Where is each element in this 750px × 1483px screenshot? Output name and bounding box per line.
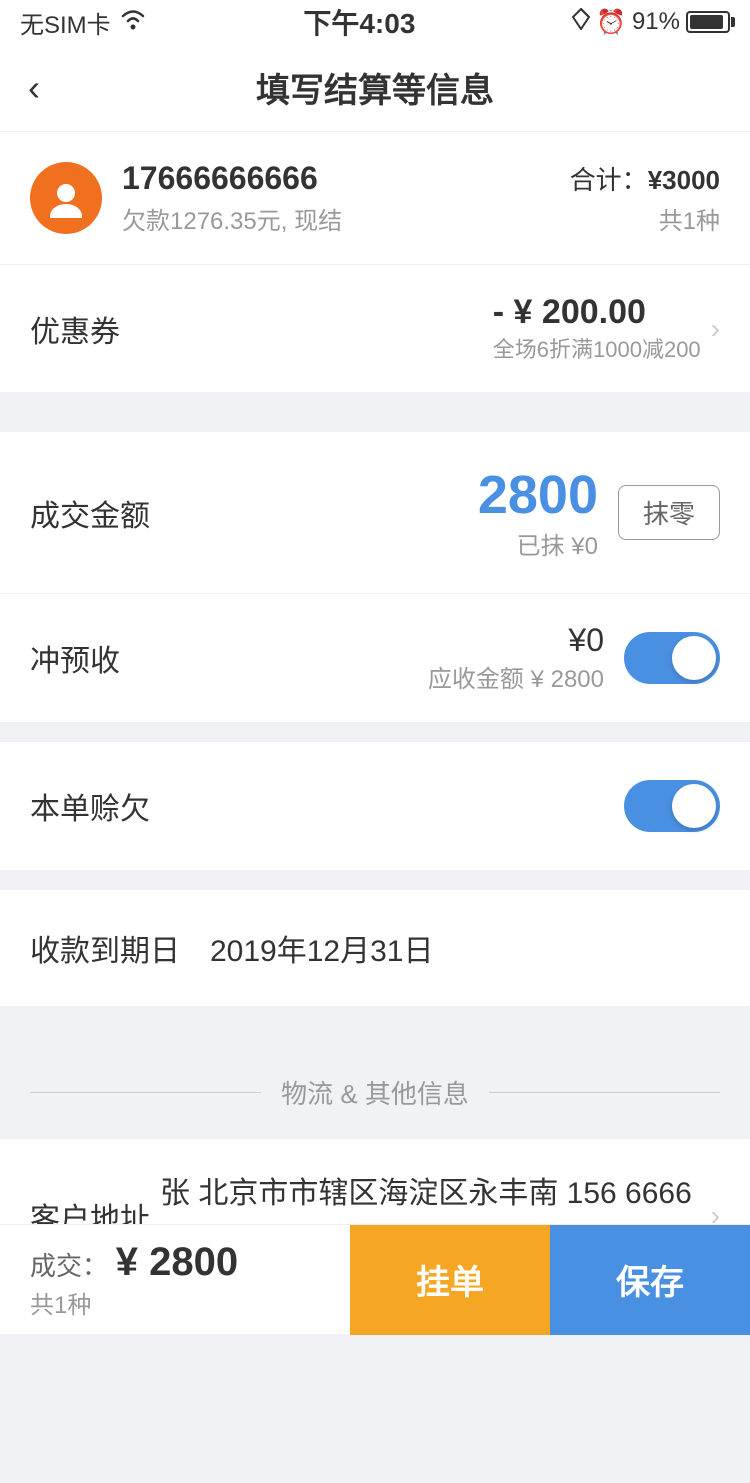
amount-row: 成交金额 2800 已抹 ¥0 抹零 (30, 432, 720, 593)
customer-info: 17666666666 欠款1276.35元, 现结 (122, 160, 342, 236)
divider-2 (0, 722, 750, 742)
total-label: 合计：¥3000 (570, 160, 720, 197)
avatar (30, 162, 102, 234)
bottom-spacer (0, 1353, 750, 1483)
bottom-count: 共1种 (30, 1285, 320, 1320)
back-button[interactable]: ‹ (28, 67, 40, 109)
precollect-toggle[interactable] (624, 632, 720, 684)
coupon-desc: 全场6折满1000减200 (493, 332, 701, 364)
amount-value: 2800 (478, 464, 598, 526)
customer-right: 合计：¥3000 共1种 (570, 160, 720, 236)
logistics-label: 物流 & 其他信息 (281, 1074, 469, 1111)
duedate-row: 收款到期日 2019年12月31日 (0, 890, 750, 1006)
debt-toggle[interactable] (624, 780, 720, 832)
save-button[interactable]: 保存 (550, 1225, 750, 1335)
logistics-divider: 物流 & 其他信息 (0, 1046, 750, 1139)
total-count: 共1种 (570, 201, 720, 236)
bottom-left: 成交： ¥ 2800 共1种 (0, 1240, 350, 1320)
status-bar: 无SIM卡 下午4:03 ⏰ 91% (0, 0, 750, 44)
coupon-row[interactable]: 优惠券 - ¥ 200.00 全场6折满1000减200 › (0, 264, 750, 392)
coupon-amount: - ¥ 200.00 (493, 293, 701, 332)
header: ‹ 填写结算等信息 (0, 44, 750, 132)
bottom-summary-line: 成交： ¥ 2800 (30, 1240, 320, 1285)
precollect-row: 冲预收 ¥0 应收金额 ¥ 2800 (0, 593, 750, 722)
customer-row: 17666666666 欠款1276.35元, 现结 合计：¥3000 共1种 (0, 132, 750, 264)
customer-left: 17666666666 欠款1276.35元, 现结 (30, 160, 342, 236)
bottom-bar: 成交： ¥ 2800 共1种 挂单 保存 (0, 1224, 750, 1334)
pending-button[interactable]: 挂单 (350, 1225, 550, 1335)
divider-1 (0, 412, 750, 432)
customer-card: 17666666666 欠款1276.35元, 现结 合计：¥3000 共1种 … (0, 132, 750, 392)
amount-section: 成交金额 2800 已抹 ¥0 抹零 (0, 432, 750, 593)
location-icon (572, 8, 590, 37)
sim-status: 无SIM卡 (20, 5, 111, 40)
debt-label: 本单赊欠 (30, 784, 150, 828)
wifi-icon (119, 8, 147, 37)
status-time: 下午4:03 (303, 2, 415, 42)
battery-percent: 91% (632, 8, 680, 36)
coupon-label: 优惠券 (30, 307, 120, 351)
divider-3 (0, 1026, 750, 1046)
precollect-right: ¥0 应收金额 ¥ 2800 (428, 622, 720, 694)
duedate-label: 收款到期日 (30, 926, 180, 970)
round-off-button[interactable]: 抹零 (618, 485, 720, 540)
precollect-sub: 应收金额 ¥ 2800 (428, 659, 604, 694)
toggle-knob (672, 636, 716, 680)
coupon-right: - ¥ 200.00 全场6折满1000减200 › (493, 293, 720, 364)
precollect-label: 冲预收 (30, 636, 120, 680)
amount-sub: 已抹 ¥0 (478, 526, 598, 561)
debt-row: 本单赊欠 (0, 742, 750, 870)
alarm-icon: ⏰ (596, 8, 626, 37)
customer-sub: 欠款1276.35元, 现结 (122, 201, 342, 236)
coupon-chevron: › (711, 313, 720, 345)
amount-label: 成交金额 (30, 491, 150, 535)
duedate-value: 2019年12月31日 (210, 926, 433, 970)
bottom-summary-label: 成交： (30, 1251, 108, 1281)
bottom-amount: ¥ 2800 (116, 1240, 238, 1284)
amount-right: 2800 已抹 ¥0 抹零 (478, 464, 720, 561)
status-left: 无SIM卡 (20, 5, 147, 40)
precollect-amount: ¥0 (428, 622, 604, 659)
battery-icon (686, 11, 730, 33)
customer-phone: 17666666666 (122, 160, 342, 197)
precollect-values: ¥0 应收金额 ¥ 2800 (428, 622, 604, 694)
page-title: 填写结算等信息 (256, 63, 494, 112)
debt-toggle-knob (672, 784, 716, 828)
status-right: ⏰ 91% (572, 8, 730, 37)
